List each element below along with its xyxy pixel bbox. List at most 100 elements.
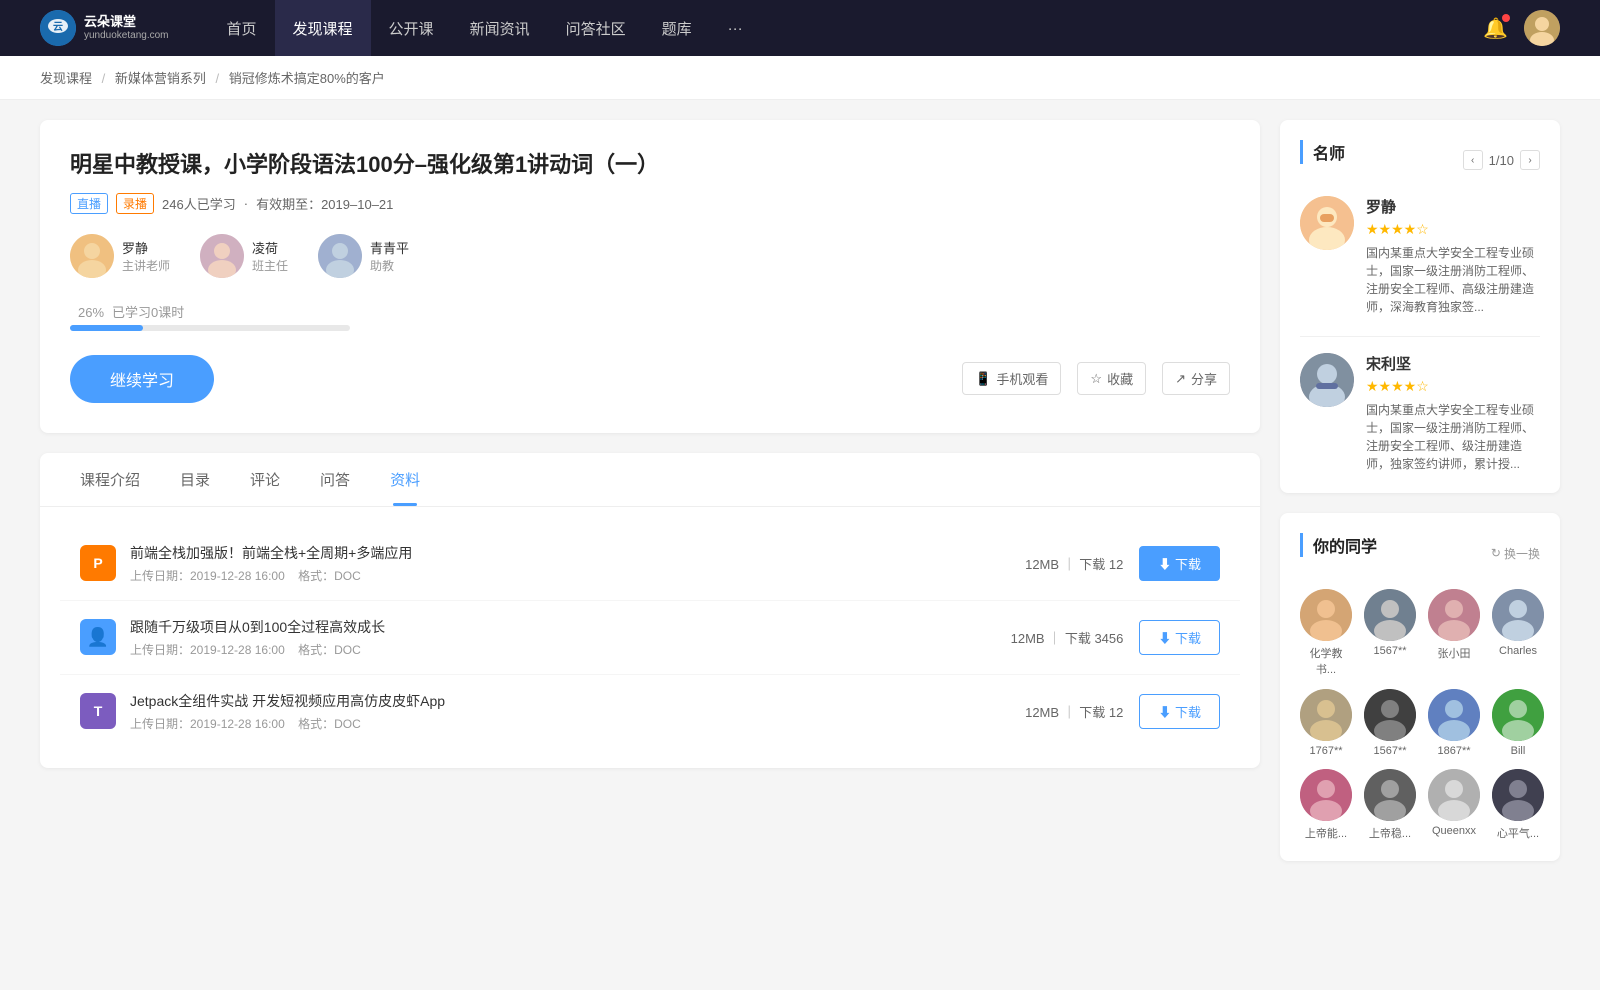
course-meta: 直播 录播 246人已学习 · 有效期至：2019–10–21 [70,193,1230,214]
badge-record: 录播 [116,193,154,214]
breadcrumb-link-2[interactable]: 新媒体营销系列 [115,71,206,86]
collect-button[interactable]: ☆ 收藏 [1077,362,1146,395]
student-7-avatar [1428,689,1480,741]
navbar: 云 云朵课堂 yunduoketang.com 首页 发现课程 公开课 新闻资讯… [0,0,1600,56]
students-sidebar-title: 你的同学 [1300,533,1377,557]
student-2-name: 1567** [1373,645,1406,657]
teacher-1-role: 主讲老师 [122,257,170,274]
teacher-3: 青青平 助教 [318,234,409,278]
teacher-1-name: 罗静 [122,238,170,257]
tab-materials[interactable]: 资料 [370,453,440,506]
user-avatar-nav[interactable] [1524,10,1560,46]
logo[interactable]: 云 云朵课堂 yunduoketang.com [40,10,169,46]
next-page-btn[interactable]: › [1520,150,1540,170]
sidebar-teacher-2-desc: 国内某重点大学安全工程专业硕士，国家一级注册消防工程师、注册安全工程师、级注册建… [1366,401,1540,473]
student-11-avatar [1428,769,1480,821]
content-right: 名师 ‹ 1/10 › [1280,120,1560,881]
student-4-avatar [1492,589,1544,641]
student-10-avatar [1364,769,1416,821]
teacher-3-name: 青青平 [370,238,409,257]
course-card: 明星中教授课，小学阶段语法100分–强化级第1讲动词（一） 直播 录播 246人… [40,120,1260,433]
main-container: 明星中教授课，小学阶段语法100分–强化级第1讲动词（一） 直播 录播 246人… [0,100,1600,901]
nav-qa[interactable]: 问答社区 [548,0,644,56]
teacher-2-info: 凌荷 班主任 [252,238,288,274]
download-button-1[interactable]: ⬇ 下载 [1139,546,1220,581]
student-12-name: 心平气... [1497,825,1539,841]
tabs-card: 课程介绍 目录 评论 问答 资料 P 前端全栈加强版！前端全栈+全周期+多端应用… [40,453,1260,768]
student-12: 心平气... [1492,769,1544,841]
student-8-avatar [1492,689,1544,741]
student-2-avatar [1364,589,1416,641]
tab-review[interactable]: 评论 [230,453,300,506]
breadcrumb-sep-1: / [102,71,106,86]
student-1-avatar [1300,589,1352,641]
file-item-3: T Jetpack全组件实战 开发短视频应用高仿皮皮虾App 上传日期：2019… [60,675,1240,748]
share-icon: ↗ [1175,371,1186,387]
divider-1 [1300,336,1540,337]
teacher-2: 凌荷 班主任 [200,234,288,278]
logo-icon: 云 [40,10,76,46]
sidebar-teacher-2-name: 宋利坚 [1366,353,1540,374]
student-9: 上帝能... [1300,769,1352,841]
notification-dot [1502,14,1510,22]
mobile-watch-button[interactable]: 📱 手机观看 [962,362,1061,395]
sidebar-teacher-1-desc: 国内某重点大学安全工程专业硕士，国家一级注册消防工程师、注册安全工程师、高级注册… [1366,244,1540,316]
star-icon: ☆ [1090,371,1102,387]
file-details-3: Jetpack全组件实战 开发短视频应用高仿皮皮虾App 上传日期：2019-1… [130,691,1005,732]
file-details-2: 跟随千万级项目从0到100全过程高效成长 上传日期：2019-12-28 16:… [130,617,991,658]
tab-catalog[interactable]: 目录 [160,453,230,506]
logo-text: 云朵课堂 yunduoketang.com [84,14,169,42]
file-item-2: 👤 跟随千万级项目从0到100全过程高效成长 上传日期：2019-12-28 1… [60,601,1240,675]
file-sub-2: 上传日期：2019-12-28 16:00 格式：DOC [130,641,991,658]
refresh-button[interactable]: ↻ 换一换 [1491,545,1540,562]
nav-quiz[interactable]: 题库 [644,0,710,56]
teacher-2-avatar [200,234,244,278]
progress-bar-fill [70,325,143,331]
teachers-sidebar-card: 名师 ‹ 1/10 › [1280,120,1560,493]
download-button-2[interactable]: ⬇ 下载 [1139,620,1220,655]
prev-page-btn[interactable]: ‹ [1463,150,1483,170]
file-sub-3: 上传日期：2019-12-28 16:00 格式：DOC [130,715,1005,732]
student-8-name: Bill [1511,745,1526,757]
nav-open[interactable]: 公开课 [371,0,452,56]
tab-qa[interactable]: 问答 [300,453,370,506]
student-10-name: 上帝稳... [1369,825,1411,841]
download-button-3[interactable]: ⬇ 下载 [1139,694,1220,729]
teacher-3-info: 青青平 助教 [370,238,409,274]
teacher-2-role: 班主任 [252,257,288,274]
share-button[interactable]: ↗ 分享 [1162,362,1230,395]
student-4: Charles [1492,589,1544,677]
student-7-name: 1867** [1437,745,1470,757]
student-6-avatar [1364,689,1416,741]
file-size-2: 12MB ｜ 下载 3456 [1011,628,1124,647]
bell-icon[interactable]: 🔔 [1483,16,1508,41]
sidebar-teacher-1-name: 罗静 [1366,196,1540,217]
student-11-name: Queenxx [1432,825,1476,837]
nav-news[interactable]: 新闻资讯 [452,0,548,56]
continue-button[interactable]: 继续学习 [70,355,214,403]
teachers-list: 罗静 主讲老师 凌荷 班主任 [70,234,1230,278]
teachers-sidebar-title: 名师 [1300,140,1345,164]
student-1-name: 化学教书... [1300,645,1352,677]
file-right-2: 12MB ｜ 下载 3456 ⬇ 下载 [1011,620,1220,655]
progress-bar-bg [70,325,350,331]
sidebar-teacher-1-stars: ★★★★☆ [1366,221,1540,238]
tab-content: P 前端全栈加强版！前端全栈+全周期+多端应用 上传日期：2019-12-28 … [40,507,1260,768]
breadcrumb-link-1[interactable]: 发现课程 [40,71,92,86]
nav-home[interactable]: 首页 [209,0,275,56]
badge-live: 直播 [70,193,108,214]
sidebar-teacher-2-info: 宋利坚 ★★★★☆ 国内某重点大学安全工程专业硕士，国家一级注册消防工程师、注册… [1366,353,1540,473]
valid-until: 有效期至：2019–10–21 [256,194,393,213]
file-sub-1: 上传日期：2019-12-28 16:00 格式：DOC [130,567,1005,584]
file-icon-1: P [80,545,116,581]
teacher-2-name: 凌荷 [252,238,288,257]
page-info: 1/10 [1489,153,1514,168]
student-5: 1767** [1300,689,1352,757]
tab-intro[interactable]: 课程介绍 [60,453,160,506]
file-name-3: Jetpack全组件实战 开发短视频应用高仿皮皮虾App [130,691,1005,711]
file-size-3: 12MB ｜ 下载 12 [1025,702,1123,721]
nav-discover[interactable]: 发现课程 [275,0,371,56]
student-2: 1567** [1364,589,1416,677]
nav-more[interactable]: ··· [710,0,761,56]
sidebar-teacher-1-avatar [1300,196,1354,250]
